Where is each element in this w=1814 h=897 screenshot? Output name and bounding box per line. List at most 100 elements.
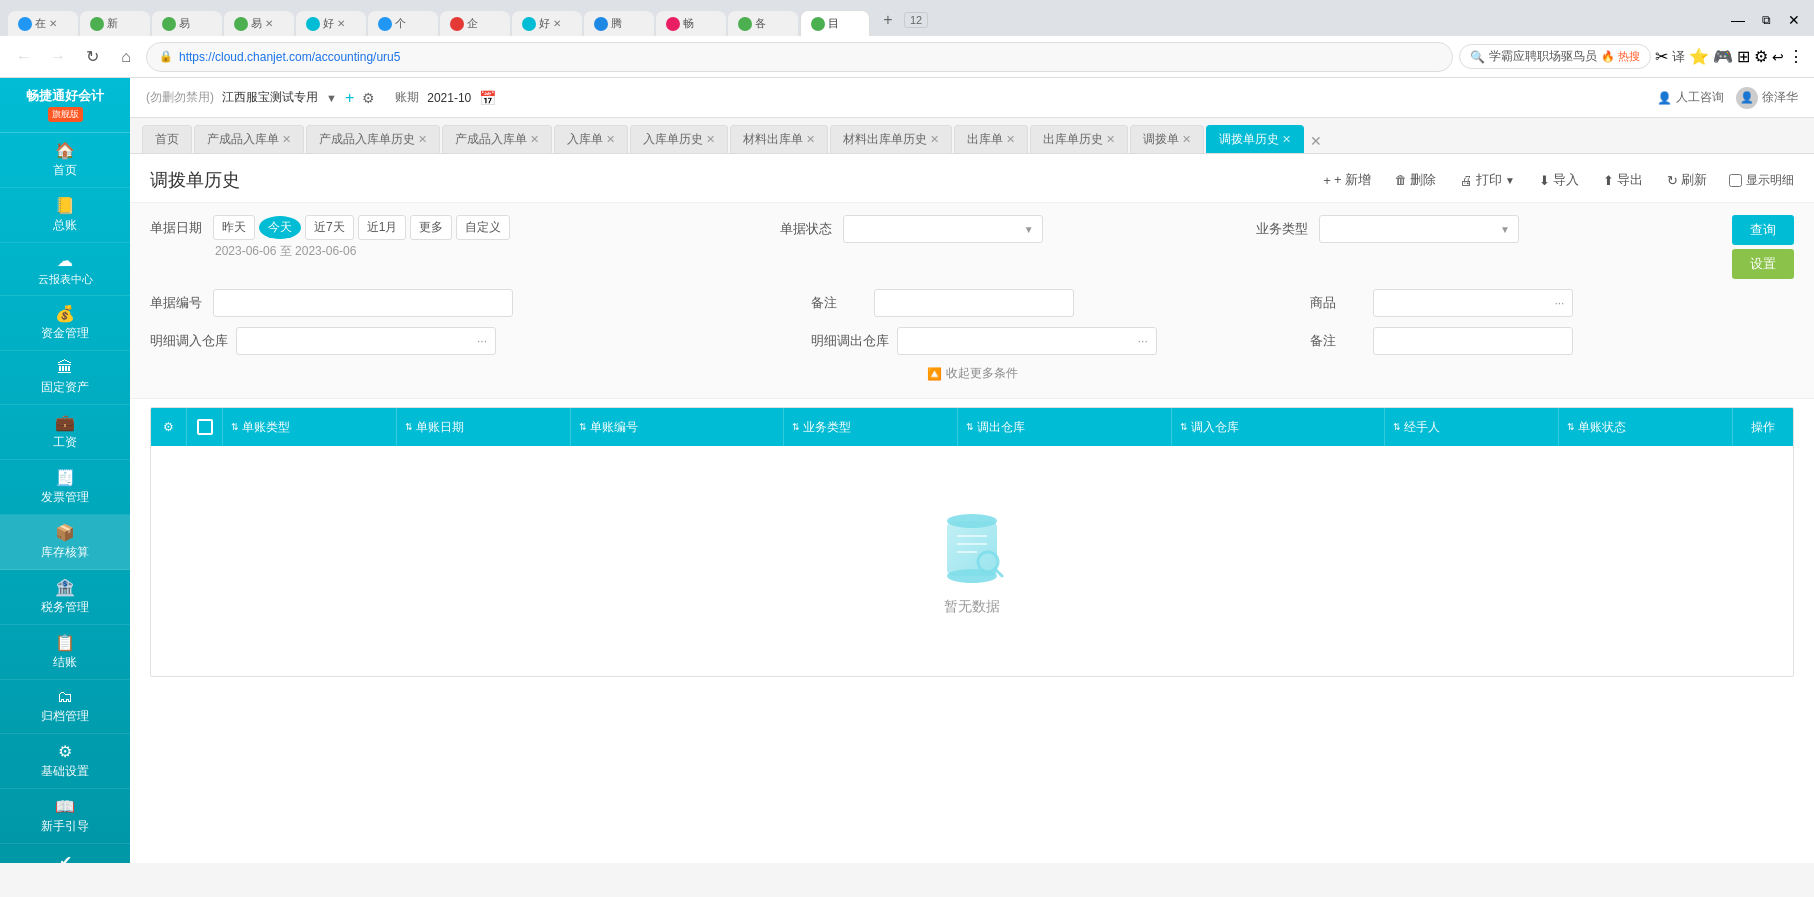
tab-close-active-icon[interactable]: ✕ — [1282, 133, 1291, 146]
tab-close-icon[interactable]: ✕ — [282, 133, 291, 146]
search-bar[interactable]: 🔍 学霸应聘职场驱鸟员 🔥 热搜 — [1459, 44, 1651, 69]
sidebar-item-closing[interactable]: 📋 结账 — [0, 625, 130, 680]
back-button[interactable]: ← — [10, 43, 38, 71]
browser-tab[interactable]: 企 — [440, 11, 510, 36]
browser-tab-active[interactable]: 目 — [800, 10, 870, 36]
delete-button[interactable]: 🗑 删除 — [1385, 166, 1446, 194]
note2-input[interactable] — [1373, 327, 1573, 355]
print-button[interactable]: 🖨 打印 ▼ — [1450, 166, 1525, 194]
sidebar-item-home[interactable]: 🏠 首页 — [0, 133, 130, 188]
refresh-page-button[interactable]: ↻ 刷新 — [1657, 166, 1717, 194]
browser-tab[interactable]: 新 — [80, 11, 150, 36]
tab-close-icon[interactable]: ✕ — [930, 133, 939, 146]
new-record-button[interactable]: + + 新增 — [1313, 166, 1381, 194]
sidebar-item-tax[interactable]: 🏦 税务管理 — [0, 570, 130, 625]
export-button[interactable]: ⬆ 导出 — [1593, 166, 1653, 194]
sidebar-item-inventory[interactable]: 📦 库存核算 — [0, 515, 130, 570]
page-tab-chanpin-ruku2[interactable]: 产成品入库单 ✕ — [442, 125, 552, 153]
minimize-button[interactable]: — — [1726, 8, 1750, 32]
browser-tab[interactable]: 各 — [728, 11, 798, 36]
translate-btn[interactable]: 译 — [1672, 48, 1685, 66]
today-btn[interactable]: 今天 — [259, 216, 301, 239]
game-icon-btn[interactable]: 🎮 — [1713, 47, 1733, 66]
page-tab-chanpin-ruku-history[interactable]: 产成品入库单历史 ✕ — [306, 125, 440, 153]
sidebar-item-invoice[interactable]: 🧾 发票管理 — [0, 460, 130, 515]
tab-close-icon[interactable]: ✕ — [1182, 133, 1191, 146]
last7days-btn[interactable]: 近7天 — [305, 215, 354, 240]
doc-status-select[interactable]: ▼ — [843, 215, 1043, 243]
browser-tab[interactable]: 易 — [152, 11, 222, 36]
home-button[interactable]: ⌂ — [112, 43, 140, 71]
company-dropdown-button[interactable]: ▼ — [326, 92, 337, 104]
tab-close-icon[interactable]: ✕ — [1006, 133, 1015, 146]
menu-btn[interactable]: ⋮ — [1788, 47, 1804, 66]
page-tab-home[interactable]: 首页 — [142, 125, 192, 153]
th-docno[interactable]: ⇅ 单账编号 — [571, 408, 784, 446]
custom-date-btn[interactable]: 自定义 — [456, 215, 510, 240]
settings-icon-btn[interactable]: ⚙ — [1754, 47, 1768, 66]
sidebar-item-settings[interactable]: ⚙ 基础设置 — [0, 734, 130, 789]
browser-tab[interactable]: 易 ✕ — [224, 11, 294, 36]
service-button[interactable]: 👤 人工咨询 — [1657, 89, 1724, 106]
collapse-filter-button[interactable]: 🔼 收起更多条件 — [927, 365, 1018, 382]
company-settings-button[interactable]: ⚙ — [362, 90, 375, 106]
browser-tab[interactable]: 好 ✕ — [296, 11, 366, 36]
user-menu-button[interactable]: 👤 徐泽华 — [1736, 87, 1798, 109]
th-docdate[interactable]: ⇅ 单账日期 — [397, 408, 571, 446]
detail-in-warehouse-select[interactable]: ··· — [236, 327, 496, 355]
th-doctype[interactable]: ⇅ 单账类型 — [223, 408, 397, 446]
doc-no-input[interactable] — [213, 289, 513, 317]
browser-tab[interactable]: 在 ✕ — [8, 11, 78, 36]
page-tab-cailiao-chuku[interactable]: 材料出库单 ✕ — [730, 125, 828, 153]
sidebar-item-archive[interactable]: 🗂 归档管理 — [0, 680, 130, 734]
sidebar-item-guide[interactable]: 📖 新手引导 — [0, 789, 130, 844]
display-detail-checkbox[interactable]: 显示明细 — [1729, 172, 1794, 189]
tab-close-icon[interactable]: ✕ — [606, 133, 615, 146]
scissors-icon-btn[interactable]: ✂ — [1655, 47, 1668, 66]
browser-tab[interactable]: 个 — [368, 11, 438, 36]
tab-close-icon[interactable]: ✕ — [1106, 133, 1115, 146]
sidebar-item-funds[interactable]: 💰 资金管理 — [0, 296, 130, 351]
last1month-btn[interactable]: 近1月 — [358, 215, 407, 240]
page-tab-chuku-history[interactable]: 出库单历史 ✕ — [1030, 125, 1128, 153]
page-tab-chuku[interactable]: 出库单 ✕ — [954, 125, 1028, 153]
tab-close-icon[interactable]: ✕ — [806, 133, 815, 146]
filter-settings-button[interactable]: 设置 — [1732, 249, 1794, 279]
sidebar-item-assets[interactable]: 🏛 固定资产 — [0, 351, 130, 405]
page-tab-ruku-history[interactable]: 入库单历史 ✕ — [630, 125, 728, 153]
sidebar-item-wages[interactable]: 💼 工资 — [0, 405, 130, 460]
calendar-button[interactable]: 📅 — [479, 90, 496, 106]
tab-close-icon[interactable]: ✕ — [418, 133, 427, 146]
grid-icon-btn[interactable]: ⊞ — [1737, 47, 1750, 66]
th-check[interactable] — [187, 408, 223, 446]
page-tab-cailiao-chuku-history[interactable]: 材料出库单历史 ✕ — [830, 125, 952, 153]
note-input[interactable] — [874, 289, 1074, 317]
close-all-tabs-button[interactable]: ✕ — [1310, 133, 1322, 153]
more-date-btn[interactable]: 更多 — [410, 215, 452, 240]
tab-close-icon[interactable]: ✕ — [706, 133, 715, 146]
tab-close-icon[interactable]: ✕ — [530, 133, 539, 146]
th-gear[interactable]: ⚙ — [151, 408, 187, 446]
goods-select[interactable]: ··· — [1373, 289, 1573, 317]
yesterday-btn[interactable]: 昨天 — [213, 215, 255, 240]
refresh-browser-button[interactable]: ↻ — [78, 43, 106, 71]
forward-button[interactable]: → — [44, 43, 72, 71]
browser-tab[interactable]: 畅 — [656, 11, 726, 36]
browser-tab[interactable]: 好 ✕ — [512, 11, 582, 36]
import-button[interactable]: ⬇ 导入 — [1529, 166, 1589, 194]
display-detail-input[interactable] — [1729, 174, 1742, 187]
page-tab-diaobo[interactable]: 调拨单 ✕ — [1130, 125, 1204, 153]
new-tab-button[interactable]: + — [876, 8, 900, 32]
maximize-button[interactable]: ⧉ — [1754, 8, 1778, 32]
th-handler[interactable]: ⇅ 经手人 — [1385, 408, 1559, 446]
detail-out-warehouse-select[interactable]: ··· — [897, 327, 1157, 355]
biz-type-select[interactable]: ▼ — [1319, 215, 1519, 243]
sidebar-item-member[interactable]: ✔ 畅会员 — [0, 844, 130, 863]
th-status[interactable]: ⇅ 单账状态 — [1559, 408, 1733, 446]
sidebar-item-ledger[interactable]: 📒 总账 — [0, 188, 130, 243]
page-tab-diaobo-history[interactable]: 调拨单历史 ✕ — [1206, 125, 1304, 153]
th-inwarehouse[interactable]: ⇅ 调入仓库 — [1172, 408, 1385, 446]
undo-btn[interactable]: ↩ — [1772, 49, 1784, 65]
add-company-button[interactable]: + — [345, 89, 354, 107]
star-icon-btn[interactable]: ⭐ — [1689, 47, 1709, 66]
